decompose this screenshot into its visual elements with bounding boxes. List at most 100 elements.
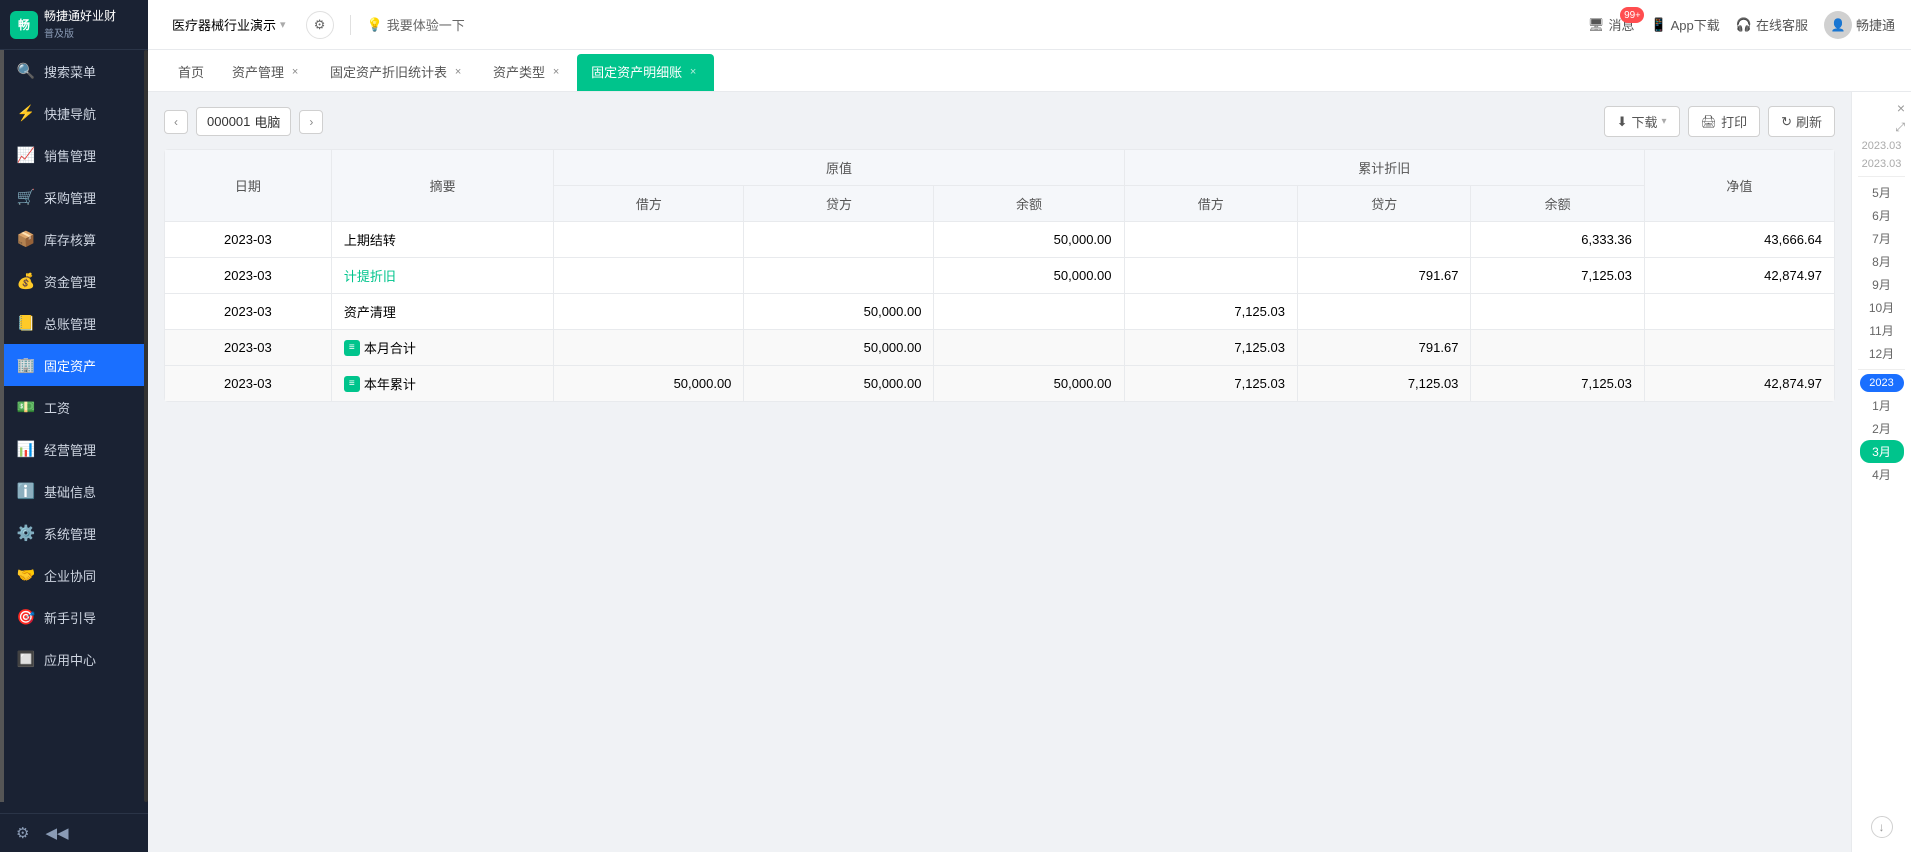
experience-button[interactable]: 💡 我要体验一下	[367, 15, 465, 34]
th-orig-debit: 借方	[554, 186, 744, 222]
user-profile-button[interactable]: 👤 畅捷通	[1824, 11, 1895, 39]
tab-asset-mgmt-close[interactable]: ×	[288, 65, 302, 79]
tab-asset-type[interactable]: 资产类型 ×	[479, 54, 577, 91]
row3-orig-debit	[554, 294, 744, 330]
dropdown-arrow-icon: ▾	[280, 18, 286, 31]
timeline-month-9[interactable]: 9月	[1860, 273, 1904, 296]
sidebar-item-system[interactable]: ⚙️ 系统管理	[0, 512, 148, 554]
refresh-button[interactable]: ↻ 刷新	[1768, 106, 1835, 137]
row1-dep-credit	[1297, 222, 1470, 258]
tab-fixed-asset-detail-close[interactable]: ×	[686, 65, 700, 79]
sidebar-item-purchase-label: 采购管理	[44, 188, 96, 207]
timeline-month-11[interactable]: 11月	[1860, 319, 1904, 342]
row2-orig-balance: 50,000.00	[934, 258, 1124, 294]
row3-abstract: 资产清理	[331, 294, 554, 330]
table-row: 2023-03 上期结转 50,000.00 6,333.36 43,666.6…	[165, 222, 1835, 258]
timeline-month-3-active[interactable]: 3月	[1860, 440, 1904, 463]
row5-dep-balance: 7,125.03	[1471, 366, 1644, 402]
row1-abstract: 上期结转	[331, 222, 554, 258]
collapse-sidebar-icon[interactable]: ◀◀	[45, 824, 68, 842]
prev-asset-button[interactable]: ‹	[164, 110, 188, 134]
sidebar-item-cooperation-label: 企业协同	[44, 566, 96, 585]
company-selector[interactable]: 医疗器械行业演示 ▾	[164, 11, 294, 38]
row1-dep-debit	[1124, 222, 1297, 258]
timeline-year-2023-badge[interactable]: 2023	[1860, 374, 1904, 392]
timeline-scroll-down-button[interactable]: ↓	[1871, 816, 1893, 838]
sidebar-item-cooperation[interactable]: 🤝 企业协同	[0, 554, 148, 596]
experience-icon: 💡	[367, 17, 383, 33]
year-total-badge-icon: ≡	[344, 376, 360, 392]
tab-fixed-asset-detail[interactable]: 固定资产明细账 ×	[577, 54, 714, 91]
search-icon: 🔍	[16, 61, 36, 81]
print-button[interactable]: 🖨 打印	[1688, 106, 1761, 137]
customer-service-label: 在线客服	[1756, 15, 1808, 34]
row2-dep-balance: 7,125.03	[1471, 258, 1644, 294]
timeline-month-7[interactable]: 7月	[1860, 227, 1904, 250]
user-label: 畅捷通	[1856, 15, 1895, 34]
download-dropdown-icon: ▾	[1662, 116, 1667, 127]
row4-net-value	[1644, 330, 1834, 366]
timeline-month-4[interactable]: 4月	[1860, 463, 1904, 486]
sidebar-item-fixed-assets[interactable]: 🏢 固定资产	[0, 344, 148, 386]
operations-icon: 📊	[16, 439, 36, 459]
sidebar-item-quick-nav-label: 快捷导航	[44, 104, 96, 123]
customer-service-button[interactable]: 🎧 在线客服	[1736, 15, 1808, 34]
sidebar-item-ledger[interactable]: 📒 总账管理	[0, 302, 148, 344]
sidebar-bottom: ⚙ ◀◀	[0, 813, 148, 852]
sidebar-item-app-center[interactable]: 🔲 应用中心	[0, 638, 148, 680]
asset-tag: 000001 电脑	[196, 107, 291, 136]
row4-orig-credit: 50,000.00	[744, 330, 934, 366]
sidebar-item-inventory[interactable]: 📦 库存核算	[0, 218, 148, 260]
sidebar-item-search[interactable]: 🔍 搜索菜单	[0, 50, 148, 92]
timeline-expand-button[interactable]: ⤢	[1895, 120, 1905, 135]
row4-dep-debit: 7,125.03	[1124, 330, 1297, 366]
sidebar-item-basic-info[interactable]: ℹ️ 基础信息	[0, 470, 148, 512]
sidebar-item-finance-label: 资金管理	[44, 272, 96, 291]
timeline-month-12[interactable]: 12月	[1860, 342, 1904, 365]
th-net-value: 净值	[1644, 150, 1834, 222]
sidebar-item-finance[interactable]: 💰 资金管理	[0, 260, 148, 302]
sidebar-logo: 畅 畅捷通好业财 普及版	[0, 0, 148, 50]
row2-date: 2023-03	[165, 258, 332, 294]
row5-orig-credit: 50,000.00	[744, 366, 934, 402]
tab-depreciation-stats-close[interactable]: ×	[451, 65, 465, 79]
timeline-month-5[interactable]: 5月	[1860, 181, 1904, 204]
tab-home[interactable]: 首页	[164, 54, 218, 91]
toolbar-actions: ⬇ 下载 ▾ 🖨 打印 ↻ 刷新	[1604, 106, 1835, 137]
basic-info-icon: ℹ️	[16, 481, 36, 501]
timeline-close-button[interactable]: ×	[1897, 100, 1905, 116]
tab-asset-type-close[interactable]: ×	[549, 65, 563, 79]
timeline-month-10[interactable]: 10月	[1860, 296, 1904, 319]
timeline-month-8[interactable]: 8月	[1860, 250, 1904, 273]
fixed-asset-table: 日期 摘要 原值 累计折旧 净值 借方 贷方 余额 借方 贷方 余额	[164, 149, 1835, 402]
timeline-month-6[interactable]: 6月	[1860, 204, 1904, 227]
sidebar-item-sales[interactable]: 📈 销售管理	[0, 134, 148, 176]
timeline-month-2[interactable]: 2月	[1860, 417, 1904, 440]
download-button[interactable]: ⬇ 下载 ▾	[1604, 106, 1680, 137]
app-download-button[interactable]: 📱 App下载	[1650, 15, 1719, 34]
sidebar-item-purchase[interactable]: 🛒 采购管理	[0, 176, 148, 218]
sidebar-item-operations[interactable]: 📊 经营管理	[0, 428, 148, 470]
cooperation-icon: 🤝	[16, 565, 36, 585]
settings-bottom-icon[interactable]: ⚙	[16, 824, 29, 842]
avatar-icon: 👤	[1831, 18, 1846, 32]
tab-depreciation-stats[interactable]: 固定资产折旧统计表 ×	[316, 54, 479, 91]
next-asset-button[interactable]: ›	[299, 110, 323, 134]
row2-orig-credit	[744, 258, 934, 294]
topbar-settings-button[interactable]: ⚙	[306, 11, 334, 39]
tab-asset-mgmt[interactable]: 资产管理 ×	[218, 54, 316, 91]
asset-name: 电脑	[254, 112, 280, 131]
sidebar-item-inventory-label: 库存核算	[44, 230, 96, 249]
sidebar-item-payroll[interactable]: 💵 工资	[0, 386, 148, 428]
message-button[interactable]: 🖥 消息 99	[1588, 15, 1635, 34]
th-dep-debit: 借方	[1124, 186, 1297, 222]
row2-net-value: 42,874.97	[1644, 258, 1834, 294]
message-icon: 🖥	[1588, 17, 1605, 33]
row3-dep-balance	[1471, 294, 1644, 330]
asset-code: 000001	[207, 114, 250, 129]
sidebar-item-guide[interactable]: 🎯 新手引导	[0, 596, 148, 638]
sidebar-item-quick-nav[interactable]: ⚡ 快捷导航	[0, 92, 148, 134]
timeline-month-1[interactable]: 1月	[1860, 394, 1904, 417]
message-badge: 99	[1620, 7, 1644, 23]
row3-dep-debit: 7,125.03	[1124, 294, 1297, 330]
